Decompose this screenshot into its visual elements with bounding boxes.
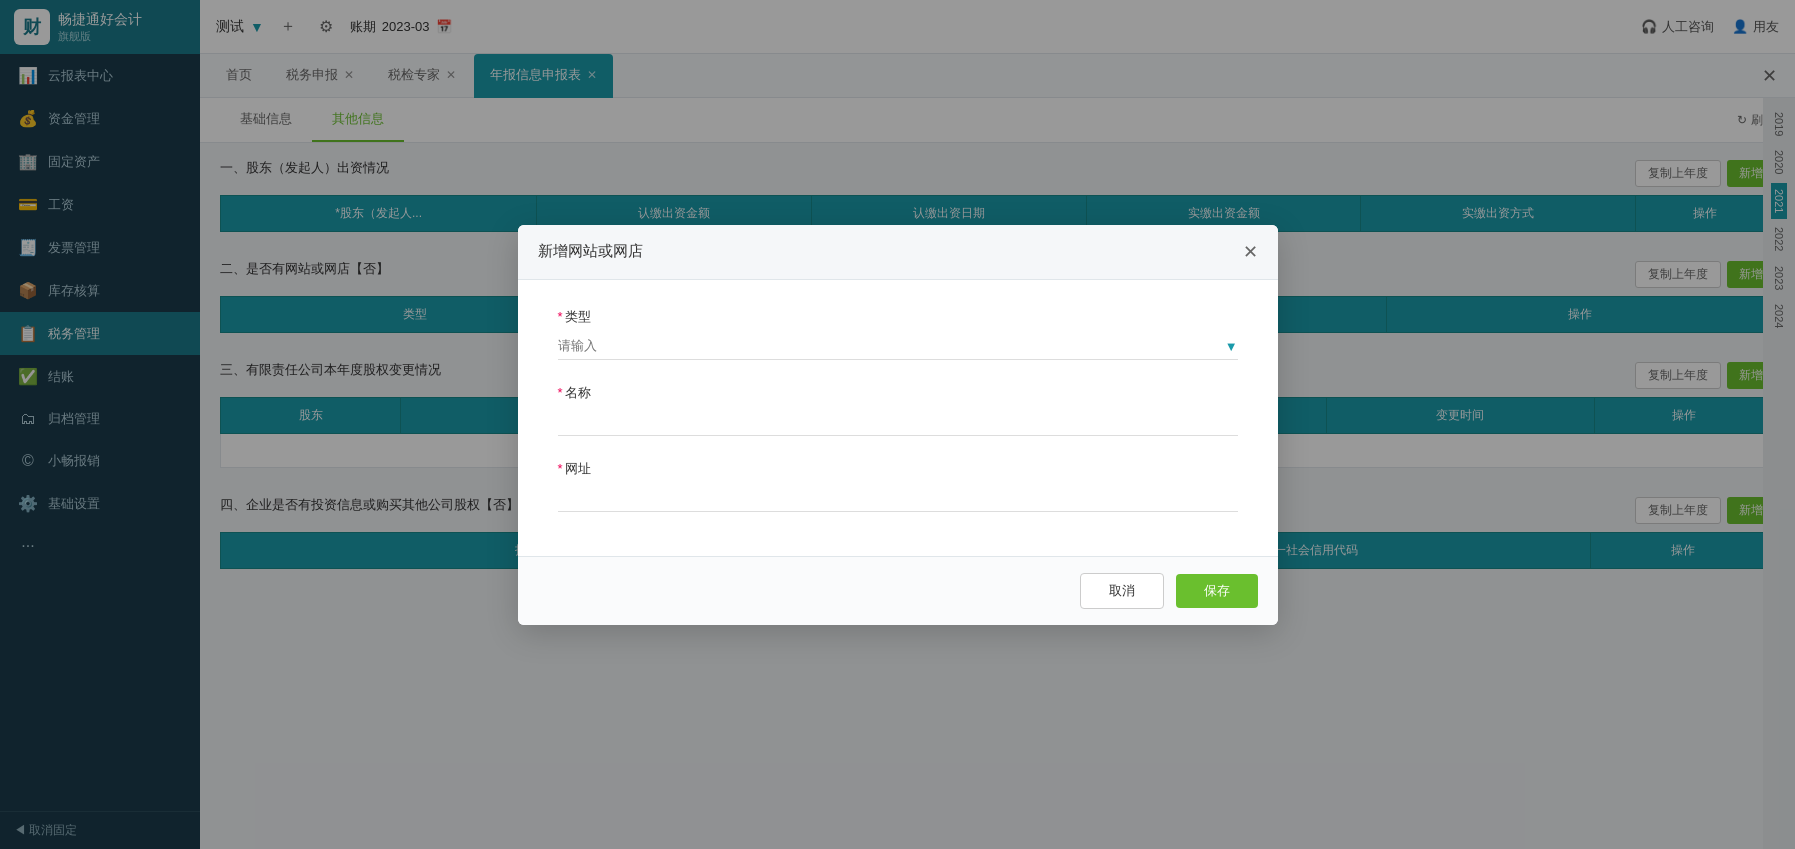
type-input[interactable] [558,332,1238,360]
form-row-url: *网址 [558,460,1238,512]
name-input[interactable] [558,408,1238,436]
modal-close-button[interactable]: ✕ [1243,241,1258,263]
type-label: *类型 [558,308,1238,326]
url-input[interactable] [558,484,1238,512]
modal-overlay: 新增网站或网店 ✕ *类型 ▼ *名称 [0,0,1795,849]
type-select-wrapper: ▼ [558,332,1238,360]
name-label: *名称 [558,384,1238,402]
form-row-name: *名称 [558,384,1238,436]
cancel-button[interactable]: 取消 [1080,573,1164,609]
modal-footer: 取消 保存 [518,556,1278,625]
modal-header: 新增网站或网店 ✕ [518,225,1278,280]
form-row-type: *类型 ▼ [558,308,1238,360]
modal-add-website: 新增网站或网店 ✕ *类型 ▼ *名称 [518,225,1278,625]
save-button[interactable]: 保存 [1176,574,1258,608]
modal-title: 新增网站或网店 [538,242,643,261]
url-label: *网址 [558,460,1238,478]
modal-body: *类型 ▼ *名称 *网址 [518,280,1278,556]
